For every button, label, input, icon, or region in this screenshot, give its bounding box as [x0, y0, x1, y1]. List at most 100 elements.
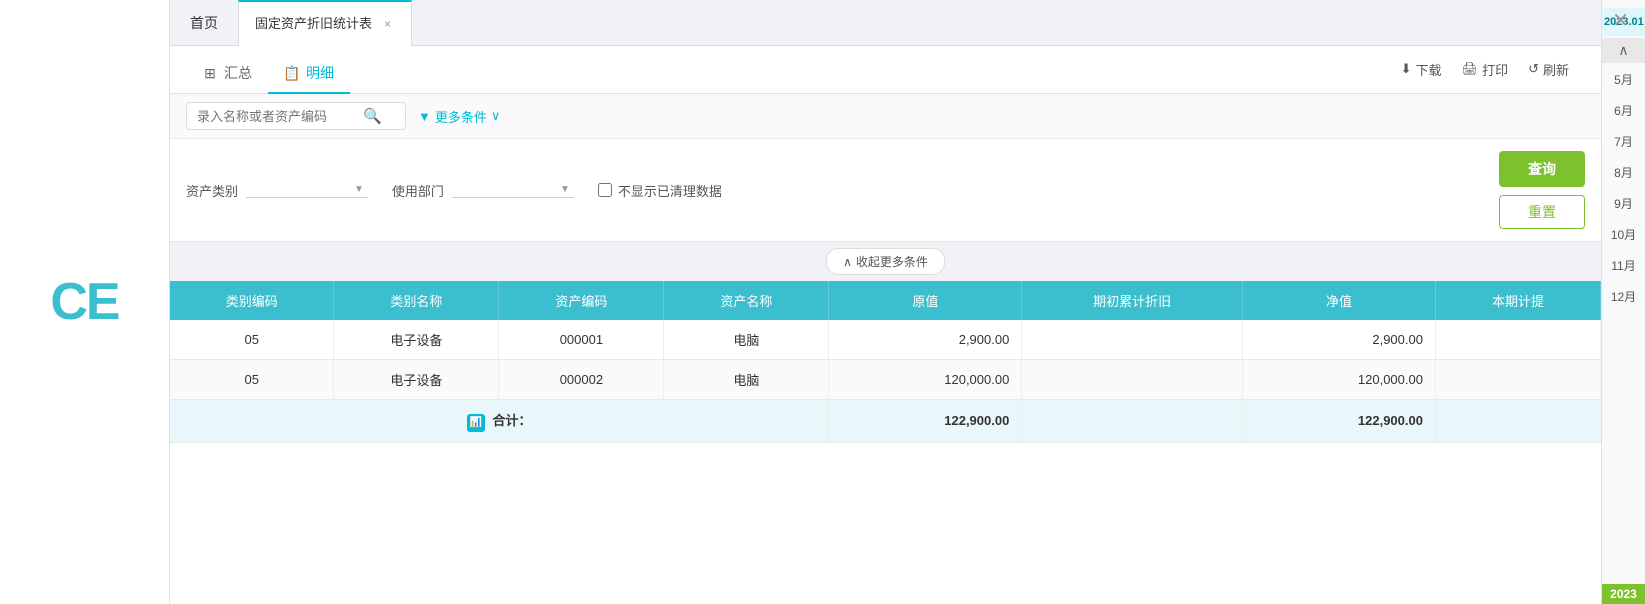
use-department-label: 使用部门 — [392, 181, 444, 200]
use-department-select[interactable]: ▼ — [452, 182, 574, 198]
download-label: 下载 — [1416, 60, 1442, 79]
sidebar-year-badge[interactable]: 2023 — [1602, 584, 1645, 604]
cell-original-value: 2,900.00 — [829, 320, 1022, 360]
print-button[interactable]: 🖨 打印 — [1462, 60, 1509, 79]
collapse-icon: ∧ — [843, 255, 852, 269]
cell-accumulated-depreciation — [1022, 320, 1243, 360]
tab-close-icon[interactable]: × — [380, 0, 395, 49]
chevron-down-icon: ∨ — [491, 108, 501, 124]
sidebar-nav-up[interactable]: ∧ — [1602, 38, 1645, 63]
logo-text: CE — [50, 272, 118, 332]
cell-category-name: 电子设备 — [334, 320, 499, 360]
cell-category-code: 05 — [170, 360, 334, 400]
tab-detail-label: 明细 — [306, 63, 334, 83]
table-header-row: 类别编码 类别名称 资产编码 资产名称 原值 期初累计折旧 净值 本期计提 — [170, 281, 1601, 320]
search-box: 🔍 — [186, 102, 406, 130]
table-wrapper: 类别编码 类别名称 资产编码 资产名称 原值 期初累计折旧 净值 本期计提 05… — [170, 281, 1601, 604]
active-tab-label: 固定资产折旧统计表 — [255, 1, 372, 47]
advanced-filter: 资产类别 ▼ 使用部门 ▼ 不显示已清理数据 查询 重置 — [170, 139, 1601, 242]
query-button[interactable]: 查询 — [1499, 151, 1585, 187]
total-net-value: 122,900.00 — [1243, 400, 1436, 443]
use-department-field: 使用部门 ▼ — [392, 181, 574, 200]
more-filter-button[interactable]: ▼ 更多条件 ∨ — [418, 107, 500, 126]
download-icon: ⬇ — [1401, 61, 1412, 77]
btn-group: 查询 重置 — [1499, 151, 1585, 229]
collapse-label: 收起更多条件 — [856, 253, 928, 270]
total-row: 📊 合计： 122,900.00 122,900.00 — [170, 400, 1601, 443]
col-header-net-value: 净值 — [1243, 281, 1436, 320]
toolbar-right: ⬇ 下载 🖨 打印 ↺ 刷新 — [1401, 46, 1585, 93]
sidebar-month-8[interactable]: 8月 — [1602, 158, 1645, 187]
asset-category-label: 资产类别 — [186, 181, 238, 200]
col-header-current-provision: 本期计提 — [1435, 281, 1600, 320]
filter-bar: 🔍 ▼ 更多条件 ∨ — [170, 94, 1601, 139]
cell-asset-code: 000001 — [499, 320, 664, 360]
cell-net-value: 120,000.00 — [1243, 360, 1436, 400]
sidebar-month-6[interactable]: 6月 — [1602, 96, 1645, 125]
refresh-label: 刷新 — [1543, 60, 1569, 79]
cell-current-provision — [1435, 360, 1600, 400]
hide-cleared-checkbox[interactable] — [598, 183, 612, 197]
use-department-arrow: ▼ — [560, 184, 570, 195]
total-current-provision — [1435, 400, 1600, 443]
hide-cleared-area: 不显示已清理数据 — [598, 181, 722, 200]
cell-asset-code: 000002 — [499, 360, 664, 400]
cell-category-name: 电子设备 — [334, 360, 499, 400]
reset-button[interactable]: 重置 — [1499, 195, 1585, 229]
cell-current-provision — [1435, 320, 1600, 360]
total-accumulated-depreciation — [1022, 400, 1243, 443]
filter-icon: ▼ — [418, 109, 431, 124]
hide-cleared-label: 不显示已清理数据 — [618, 181, 722, 200]
collapse-bar: ∧ 收起更多条件 — [170, 242, 1601, 281]
total-label-cell: 📊 合计： — [170, 400, 829, 443]
col-header-asset-name: 资产名称 — [664, 281, 829, 320]
summary-icon: ⊞ — [202, 65, 218, 81]
cell-asset-name: 电脑 — [664, 360, 829, 400]
right-sidebar: 2023.01 ∧ 5月 6月 7月 8月 9月 10月 11月 12月 202… — [1601, 0, 1645, 604]
tab-detail[interactable]: 📋 明细 — [268, 54, 350, 94]
col-header-asset-code: 资产编码 — [499, 281, 664, 320]
col-header-original-value: 原值 — [829, 281, 1022, 320]
download-button[interactable]: ⬇ 下载 — [1401, 60, 1442, 79]
logo-area: CE — [0, 0, 170, 604]
asset-category-select[interactable]: ▼ — [246, 182, 368, 198]
search-input[interactable] — [197, 109, 357, 124]
col-header-category-name: 类别名称 — [334, 281, 499, 320]
table-row: 05 电子设备 000002 电脑 120,000.00 120,000.00 — [170, 360, 1601, 400]
total-icon: 📊 — [467, 414, 485, 432]
sidebar-month-7[interactable]: 7月 — [1602, 127, 1645, 156]
second-tab-bar: ⊞ 汇总 📋 明细 ⬇ 下载 🖨 打印 ↺ 刷新 — [170, 46, 1601, 94]
cell-original-value: 120,000.00 — [829, 360, 1022, 400]
total-original-value: 122,900.00 — [829, 400, 1022, 443]
tab-summary[interactable]: ⊞ 汇总 — [186, 54, 268, 94]
main-area: 首页 固定资产折旧统计表 × ⊞ 汇总 📋 明细 ⬇ 下载 � — [170, 0, 1601, 604]
active-tab[interactable]: 固定资产折旧统计表 × — [238, 0, 412, 46]
more-filter-label: 更多条件 — [435, 107, 487, 126]
detail-icon: 📋 — [284, 65, 300, 81]
sidebar-month-9[interactable]: 9月 — [1602, 189, 1645, 218]
cell-accumulated-depreciation — [1022, 360, 1243, 400]
col-header-category-code: 类别编码 — [170, 281, 334, 320]
collapse-button[interactable]: ∧ 收起更多条件 — [826, 248, 945, 275]
total-label: 合计： — [492, 413, 531, 428]
print-label: 打印 — [1482, 60, 1508, 79]
cell-category-code: 05 — [170, 320, 334, 360]
cell-net-value: 2,900.00 — [1243, 320, 1436, 360]
sidebar-month-11[interactable]: 11月 — [1602, 251, 1645, 280]
col-header-accumulated-depreciation: 期初累计折旧 — [1022, 281, 1243, 320]
content-wrapper: ⊞ 汇总 📋 明细 ⬇ 下载 🖨 打印 ↺ 刷新 — [170, 46, 1601, 604]
asset-category-arrow: ▼ — [354, 184, 364, 195]
sidebar-month-10[interactable]: 10月 — [1602, 220, 1645, 249]
print-icon: 🖨 — [1462, 61, 1479, 77]
home-tab[interactable]: 首页 — [170, 0, 238, 46]
refresh-button[interactable]: ↺ 刷新 — [1528, 60, 1569, 79]
window-close-button[interactable]: ✕ — [1612, 8, 1629, 33]
asset-category-field: 资产类别 ▼ — [186, 181, 368, 200]
refresh-icon: ↺ — [1528, 61, 1539, 77]
sidebar-month-5[interactable]: 5月 — [1602, 65, 1645, 94]
sidebar-month-12[interactable]: 12月 — [1602, 282, 1645, 311]
table-row: 05 电子设备 000001 电脑 2,900.00 2,900.00 — [170, 320, 1601, 360]
search-icon[interactable]: 🔍 — [363, 107, 382, 125]
cell-asset-name: 电脑 — [664, 320, 829, 360]
tab-summary-label: 汇总 — [224, 63, 252, 83]
